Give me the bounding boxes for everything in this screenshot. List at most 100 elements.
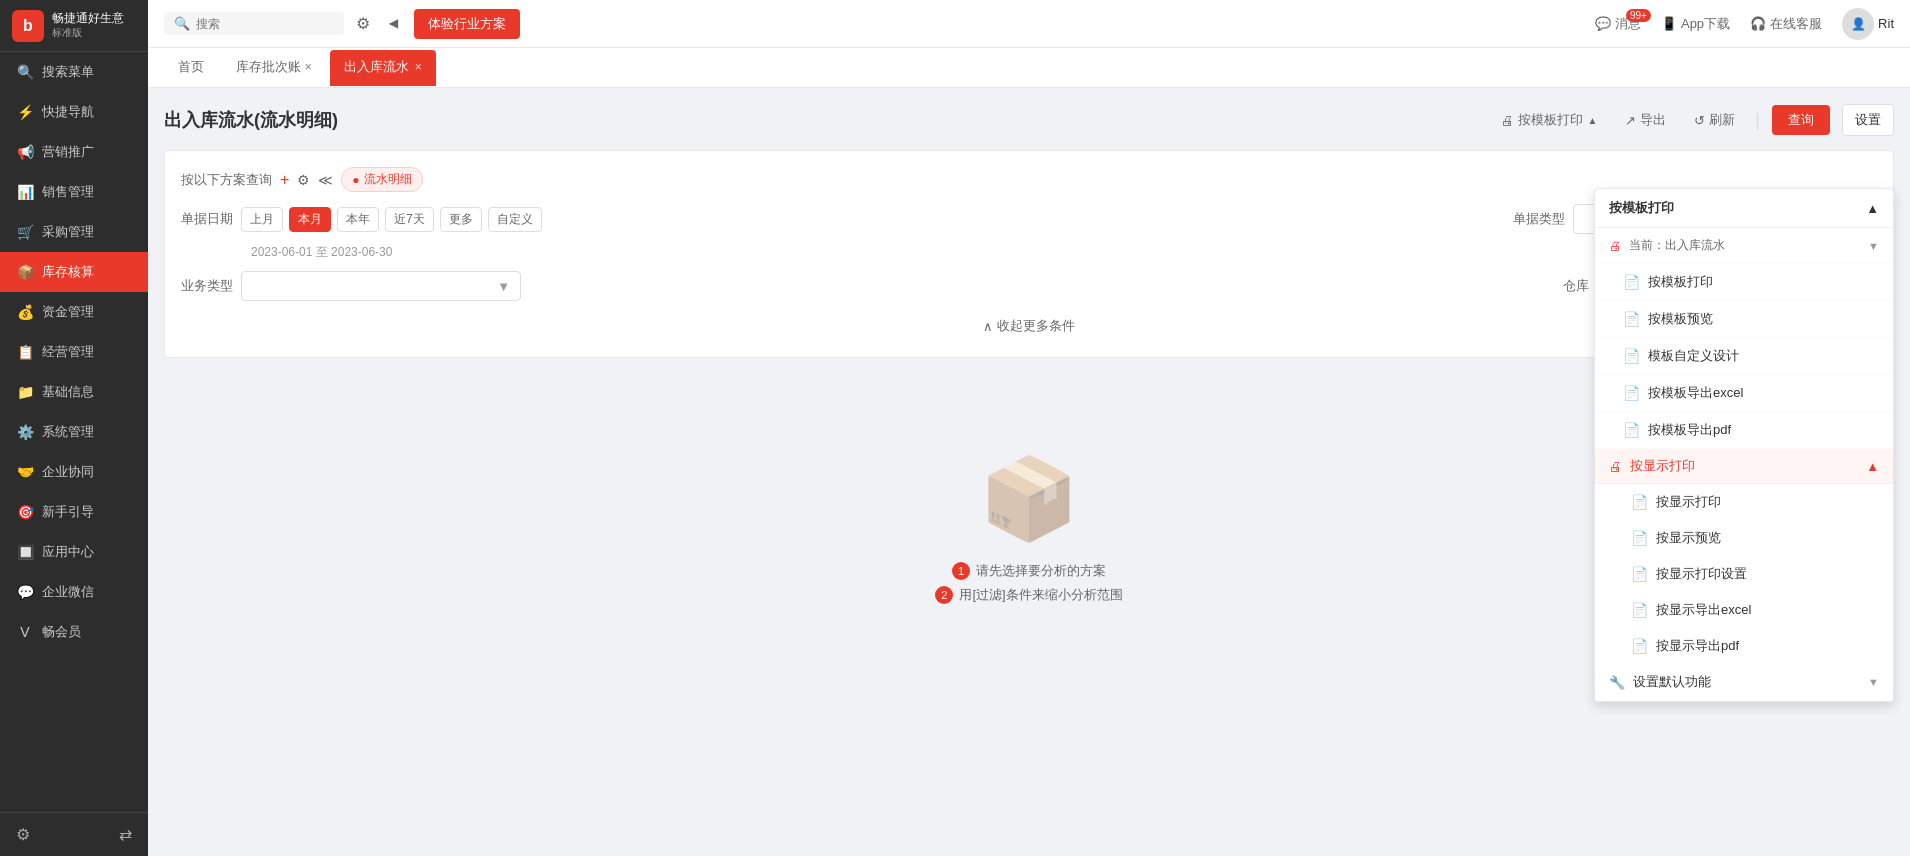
doc-type-label: 单据类型 <box>1513 210 1565 228</box>
tab-flow[interactable]: 出入库流水 × <box>330 50 436 86</box>
dropdown-item-display-preview[interactable]: 📄 按显示预览 <box>1595 520 1893 556</box>
chevron-up-icon: ▲ <box>1587 115 1597 126</box>
tab-home[interactable]: 首页 <box>164 50 218 86</box>
separator-v: | <box>1755 110 1760 131</box>
tab-label-home: 首页 <box>178 59 204 74</box>
sidebar-item-collab[interactable]: 🤝 企业协同 <box>0 452 148 492</box>
dropdown-item-template-preview[interactable]: 📄 按模板预览 <box>1595 301 1893 338</box>
logo-badge: 标准版 <box>52 26 124 40</box>
default-settings[interactable]: 🔧 设置默认功能 ▼ <box>1595 664 1893 701</box>
dropdown-item-template-custom[interactable]: 📄 模板自定义设计 <box>1595 338 1893 375</box>
collapse-icon[interactable]: ⇄ <box>119 825 132 844</box>
add-filter-icon[interactable]: + <box>280 171 289 189</box>
sidebar-item-system[interactable]: ⚙️ 系统管理 <box>0 412 148 452</box>
current-arrow: ▼ <box>1868 240 1879 252</box>
dropdown-current[interactable]: 🖨 当前：出入库流水 ▼ <box>1595 228 1893 264</box>
date-btn-近7天[interactable]: 近7天 <box>385 207 434 232</box>
dropdown-item-template-export-excel[interactable]: 📄 按模板导出excel <box>1595 375 1893 412</box>
tag-icon: ● <box>352 173 359 187</box>
tabs-bar: 首页 库存批次账 ×出入库流水 × <box>148 48 1910 88</box>
search-box[interactable]: 🔍 <box>164 12 344 35</box>
tab-close-batch[interactable]: × <box>305 60 312 74</box>
dropdown-item-template-export-pdf[interactable]: 📄 按模板导出pdf <box>1595 412 1893 449</box>
sidebar-item-search[interactable]: 🔍 搜索菜单 <box>0 52 148 92</box>
sidebar-item-basic[interactable]: 📁 基础信息 <box>0 372 148 412</box>
dropdown-item-display-export-excel[interactable]: 📄 按显示导出excel <box>1595 592 1893 628</box>
sidebar-icon-finance: 💰 <box>16 303 34 321</box>
sidebar-item-finance[interactable]: 💰 资金管理 <box>0 292 148 332</box>
sidebar: b 畅捷通好生意 标准版 🔍 搜索菜单 ⚡ 快捷导航 📢 营销推广 📊 销售管理… <box>0 0 148 856</box>
query-button[interactable]: 查询 <box>1772 105 1830 135</box>
date-btn-更多[interactable]: 更多 <box>440 207 482 232</box>
sidebar-item-quicknav[interactable]: ⚡ 快捷导航 <box>0 92 148 132</box>
empty-tip-1: 1 请先选择要分析的方案 <box>952 562 1106 580</box>
sidebar-item-inventory[interactable]: 📦 库存核算 <box>0 252 148 292</box>
refresh-button[interactable]: ↺ 刷新 <box>1686 107 1743 133</box>
dropdown-header[interactable]: 按模板打印 ▲ <box>1595 189 1893 228</box>
dropdown-item-display-print[interactable]: 📄 按显示打印 <box>1595 484 1893 520</box>
dropdown-item-display-print-settings[interactable]: 📄 按显示打印设置 <box>1595 556 1893 592</box>
display-section-arrow: ▲ <box>1866 459 1879 474</box>
sidebar-item-operations[interactable]: 📋 经营管理 <box>0 332 148 372</box>
sidebar-label-apps: 应用中心 <box>42 543 94 561</box>
app-download-item[interactable]: 📱 App下载 <box>1661 15 1730 33</box>
sidebar-item-purchase[interactable]: 🛒 采购管理 <box>0 212 148 252</box>
gear-icon[interactable]: ⚙ <box>356 14 370 33</box>
sidebar-icon-sales: 📊 <box>16 183 34 201</box>
export-icon: ↗ <box>1625 113 1636 128</box>
user-item[interactable]: 👤 Rit <box>1842 8 1894 40</box>
topbar: 🔍 ⚙ ▼ 体验行业方案 💬 消息 99+ 📱 App下载 🎧 在线客服 👤 R… <box>148 0 1910 48</box>
trial-button[interactable]: 体验行业方案 <box>414 9 520 39</box>
settings-button[interactable]: 设置 <box>1842 104 1894 136</box>
sidebar-label-system: 系统管理 <box>42 423 94 441</box>
filter-active-tag: ● 流水明细 <box>341 167 422 192</box>
date-btn-本年[interactable]: 本年 <box>337 207 379 232</box>
date-btn-本月[interactable]: 本月 <box>289 207 331 232</box>
item-icon-display-print-settings: 📄 <box>1631 566 1648 582</box>
sidebar-logo: b 畅捷通好生意 标准版 <box>0 0 148 52</box>
sidebar-icon-quicknav: ⚡ <box>16 103 34 121</box>
settings-filter-icon[interactable]: ⚙ <box>297 172 310 188</box>
sidebar-label-vip: 畅会员 <box>42 623 81 641</box>
sidebar-label-operations: 经营管理 <box>42 343 94 361</box>
sidebar-item-guide[interactable]: 🎯 新手引导 <box>0 492 148 532</box>
sidebar-item-sales[interactable]: 📊 销售管理 <box>0 172 148 212</box>
collapse-filter-icon[interactable]: ≪ <box>318 172 333 188</box>
sidebar-icon-guide: 🎯 <box>16 503 34 521</box>
date-btn-自定义[interactable]: 自定义 <box>488 207 542 232</box>
tab-batch[interactable]: 库存批次账 × <box>222 50 326 86</box>
app-download-label: App下载 <box>1681 15 1730 33</box>
item-icon-display-export-pdf: 📄 <box>1631 638 1648 654</box>
sidebar-item-vip[interactable]: V 畅会员 <box>0 612 148 652</box>
item-icon-template-preview: 📄 <box>1623 311 1640 327</box>
sidebar-icon-apps: 🔲 <box>16 543 34 561</box>
settings-icon[interactable]: ⚙ <box>16 825 30 844</box>
biz-select-arrow-icon: ▼ <box>497 279 510 294</box>
item-icon-template-custom: 📄 <box>1623 348 1640 364</box>
app-icon: 📱 <box>1661 16 1677 31</box>
tab-close-flow[interactable]: × <box>415 60 422 74</box>
display-section-header[interactable]: 🖨 按显示打印 ▲ <box>1595 449 1893 484</box>
chevron-down-icon[interactable]: ▼ <box>385 16 403 32</box>
item-label-template-custom: 模板自定义设计 <box>1648 347 1739 365</box>
dropdown-panel: 按模板打印 ▲ 🖨 当前：出入库流水 ▼ 📄 按模板打印📄 按模板预览📄 模板自… <box>1594 188 1894 702</box>
biz-type-select[interactable]: ▼ <box>241 271 521 301</box>
dropdown-item-template-print[interactable]: 📄 按模板打印 <box>1595 264 1893 301</box>
sidebar-item-marketing[interactable]: 📢 营销推广 <box>0 132 148 172</box>
sidebar-item-wechat[interactable]: 💬 企业微信 <box>0 572 148 612</box>
message-item[interactable]: 💬 消息 99+ <box>1595 15 1641 33</box>
export-button[interactable]: ↗ 导出 <box>1617 107 1674 133</box>
sidebar-item-apps[interactable]: 🔲 应用中心 <box>0 532 148 572</box>
search-input[interactable] <box>196 17 316 31</box>
online-service-item[interactable]: 🎧 在线客服 <box>1750 15 1822 33</box>
dropdown-item-display-export-pdf[interactable]: 📄 按显示导出pdf <box>1595 628 1893 664</box>
date-btn-上月[interactable]: 上月 <box>241 207 283 232</box>
sidebar-icon-inventory: 📦 <box>16 263 34 281</box>
sidebar-label-sales: 销售管理 <box>42 183 94 201</box>
item-icon-template-export-pdf: 📄 <box>1623 422 1640 438</box>
item-label-template-preview: 按模板预览 <box>1648 310 1713 328</box>
biz-type-label: 业务类型 <box>181 277 233 295</box>
default-arrow: ▼ <box>1868 676 1879 688</box>
template-print-button[interactable]: 🖨 按模板打印 ▲ <box>1493 107 1605 133</box>
sidebar-label-quicknav: 快捷导航 <box>42 103 94 121</box>
